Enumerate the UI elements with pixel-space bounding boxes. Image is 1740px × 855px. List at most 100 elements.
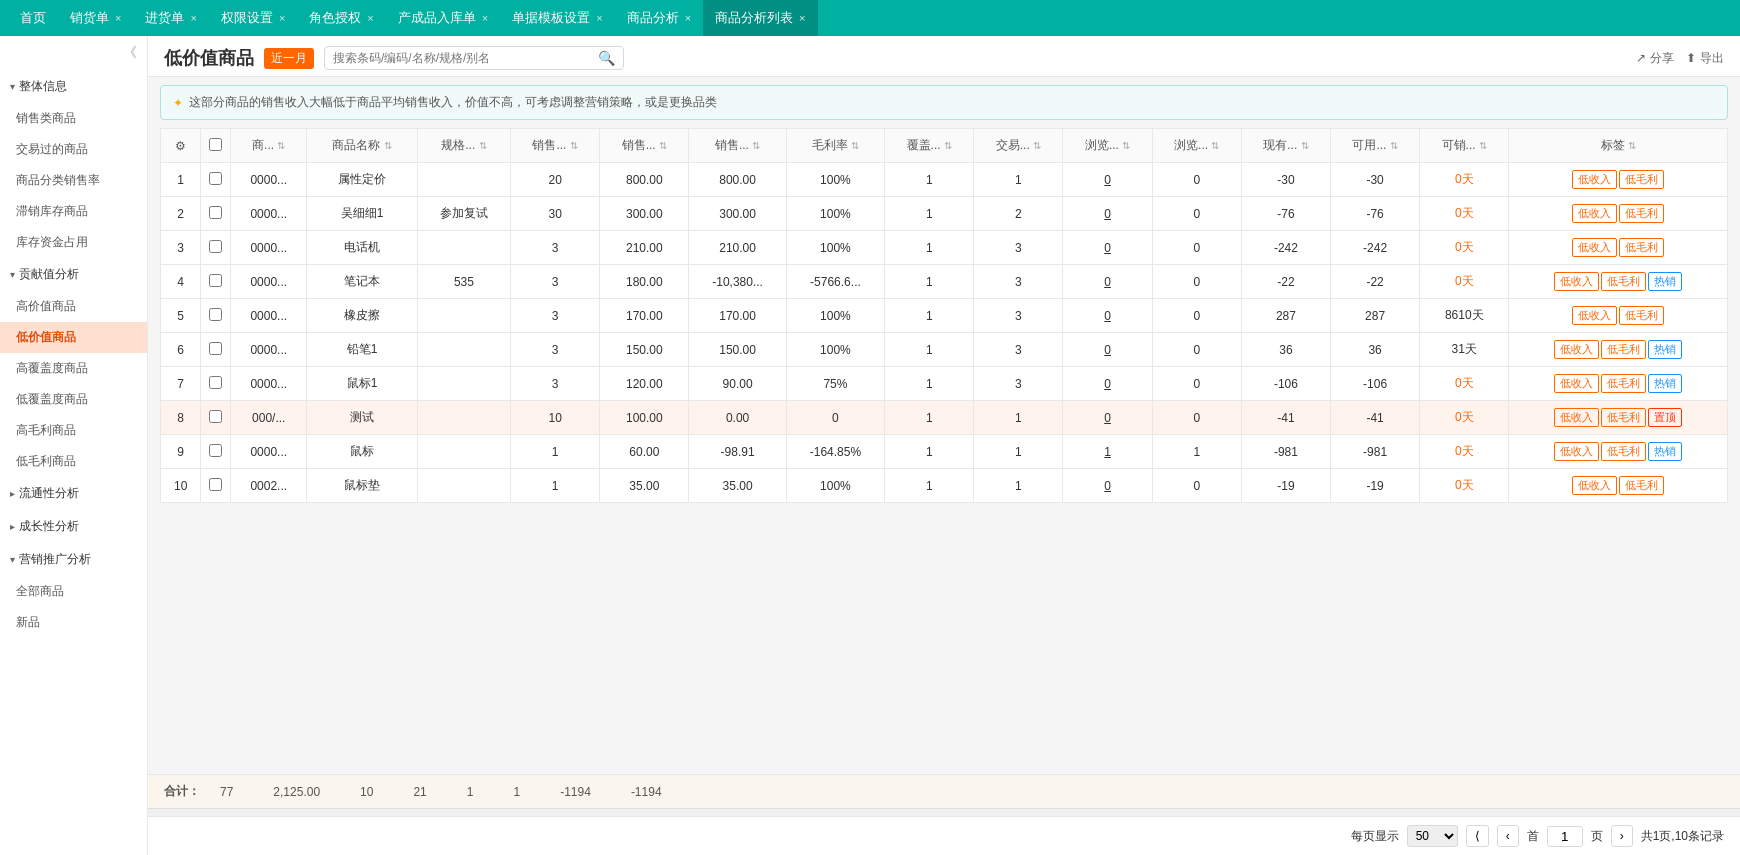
browse-link[interactable]: 0 [1104, 377, 1111, 391]
row-checkbox-cell[interactable] [201, 197, 231, 231]
browse-link[interactable]: 0 [1104, 207, 1111, 221]
col-cover-header[interactable]: 覆盖... ⇅ [885, 129, 974, 163]
sidebar-item-high-value[interactable]: 高价值商品 [0, 291, 147, 322]
row-browse1[interactable]: 0 [1063, 265, 1152, 299]
sidebar-collapse-button[interactable]: 《 [119, 40, 141, 66]
col-stock2-header[interactable]: 可用... ⇅ [1331, 129, 1420, 163]
row-checkbox-cell[interactable] [201, 299, 231, 333]
sidebar-item-low-value[interactable]: 低价值商品 [0, 322, 147, 353]
browse-link[interactable]: 0 [1104, 275, 1111, 289]
row-checkbox[interactable] [209, 376, 222, 389]
nav-home[interactable]: 首页 [8, 0, 58, 36]
row-browse1[interactable]: 0 [1063, 333, 1152, 367]
col-sale1-header[interactable]: 销售... ⇅ [600, 129, 689, 163]
next-page-button[interactable]: › [1611, 825, 1633, 847]
sidebar-item-new-goods[interactable]: 新品 [0, 607, 147, 638]
nav-template-settings[interactable]: 单据模板设置 × [500, 0, 614, 36]
row-browse1[interactable]: 0 [1063, 231, 1152, 265]
row-checkbox-cell[interactable] [201, 367, 231, 401]
row-checkbox[interactable] [209, 274, 222, 287]
col-stock1-header[interactable]: 现有... ⇅ [1241, 129, 1330, 163]
sidebar-item-low-coverage[interactable]: 低覆盖度商品 [0, 384, 147, 415]
close-icon[interactable]: × [279, 12, 285, 24]
col-margin-header[interactable]: 毛利率 ⇅ [786, 129, 884, 163]
col-tags-header[interactable]: 标签 ⇅ [1509, 129, 1728, 163]
nav-sales-order[interactable]: 销货单 × [58, 0, 133, 36]
sidebar-section-contribution[interactable]: ▾ 贡献值分析 [0, 258, 147, 291]
page-size-select[interactable]: 50 10 20 100 [1407, 825, 1458, 847]
recent-badge[interactable]: 近一月 [264, 48, 314, 69]
row-browse1[interactable]: 0 [1063, 163, 1152, 197]
col-trade-header[interactable]: 交易... ⇅ [974, 129, 1063, 163]
sidebar-item-inventory-capital[interactable]: 库存资金占用 [0, 227, 147, 258]
page-number-input[interactable] [1547, 826, 1583, 847]
close-icon[interactable]: × [482, 12, 488, 24]
sidebar-section-circulation[interactable]: ▸ 流通性分析 [0, 477, 147, 510]
col-qty-header[interactable]: 销售... ⇅ [511, 129, 600, 163]
prev-page-button[interactable]: ‹ [1497, 825, 1519, 847]
row-browse1[interactable]: 0 [1063, 299, 1152, 333]
row-browse1[interactable]: 0 [1063, 197, 1152, 231]
row-checkbox-cell[interactable] [201, 265, 231, 299]
browse-link[interactable]: 0 [1104, 411, 1111, 425]
row-browse1[interactable]: 1 [1063, 435, 1152, 469]
browse-link[interactable]: 0 [1104, 173, 1111, 187]
sidebar-item-slow-moving[interactable]: 滞销库存商品 [0, 196, 147, 227]
row-checkbox[interactable] [209, 308, 222, 321]
row-checkbox[interactable] [209, 478, 222, 491]
col-checkbox[interactable] [201, 129, 231, 163]
close-icon[interactable]: × [799, 12, 805, 24]
col-browse2-header[interactable]: 浏览... ⇅ [1152, 129, 1241, 163]
search-input[interactable] [333, 51, 592, 65]
row-checkbox[interactable] [209, 206, 222, 219]
col-spec-header[interactable]: 规格... ⇅ [417, 129, 510, 163]
nav-purchase-order[interactable]: 进货单 × [133, 0, 208, 36]
col-name-header[interactable]: 商品名称 ⇅ [307, 129, 418, 163]
share-button[interactable]: ↗ 分享 [1636, 50, 1674, 67]
col-sale2-header[interactable]: 销售... ⇅ [689, 129, 786, 163]
sidebar-item-high-coverage[interactable]: 高覆盖度商品 [0, 353, 147, 384]
sidebar-item-high-margin[interactable]: 高毛利商品 [0, 415, 147, 446]
browse-link[interactable]: 0 [1104, 343, 1111, 357]
row-checkbox-cell[interactable] [201, 231, 231, 265]
close-icon[interactable]: × [596, 12, 602, 24]
row-checkbox-cell[interactable] [201, 469, 231, 503]
sidebar-section-growth[interactable]: ▸ 成长性分析 [0, 510, 147, 543]
first-page-button[interactable]: ⟨ [1466, 825, 1489, 847]
nav-product-inbound[interactable]: 产成品入库单 × [386, 0, 500, 36]
row-checkbox-cell[interactable] [201, 333, 231, 367]
nav-permissions[interactable]: 权限设置 × [209, 0, 297, 36]
row-checkbox-cell[interactable] [201, 163, 231, 197]
col-code-header[interactable]: 商... ⇅ [231, 129, 307, 163]
row-browse1[interactable]: 0 [1063, 401, 1152, 435]
export-button[interactable]: ⬆ 导出 [1686, 50, 1724, 67]
row-checkbox[interactable] [209, 444, 222, 457]
row-browse1[interactable]: 0 [1063, 469, 1152, 503]
row-checkbox[interactable] [209, 240, 222, 253]
sidebar-section-marketing[interactable]: ▾ 营销推广分析 [0, 543, 147, 576]
row-checkbox[interactable] [209, 342, 222, 355]
close-icon[interactable]: × [685, 12, 691, 24]
close-icon[interactable]: × [367, 12, 373, 24]
sidebar-item-traded-goods[interactable]: 交易过的商品 [0, 134, 147, 165]
row-browse1[interactable]: 0 [1063, 367, 1152, 401]
nav-role-auth[interactable]: 角色授权 × [297, 0, 385, 36]
nav-goods-analysis[interactable]: 商品分析 × [615, 0, 703, 36]
col-settings[interactable]: ⚙ [161, 129, 201, 163]
sidebar-item-low-margin[interactable]: 低毛利商品 [0, 446, 147, 477]
select-all-checkbox[interactable] [209, 138, 222, 151]
browse-link[interactable]: 0 [1104, 479, 1111, 493]
row-checkbox[interactable] [209, 410, 222, 423]
col-days-header[interactable]: 可销... ⇅ [1420, 129, 1509, 163]
row-checkbox[interactable] [209, 172, 222, 185]
horizontal-scrollbar[interactable] [148, 808, 1740, 816]
sidebar-item-sales-goods[interactable]: 销售类商品 [0, 103, 147, 134]
close-icon[interactable]: × [190, 12, 196, 24]
row-checkbox-cell[interactable] [201, 401, 231, 435]
sidebar-item-category-sales-rate[interactable]: 商品分类销售率 [0, 165, 147, 196]
row-checkbox-cell[interactable] [201, 435, 231, 469]
sidebar-item-all-goods[interactable]: 全部商品 [0, 576, 147, 607]
nav-goods-analysis-list[interactable]: 商品分析列表 × [703, 0, 817, 36]
sidebar-section-overall[interactable]: ▾ 整体信息 [0, 70, 147, 103]
browse-link[interactable]: 0 [1104, 309, 1111, 323]
